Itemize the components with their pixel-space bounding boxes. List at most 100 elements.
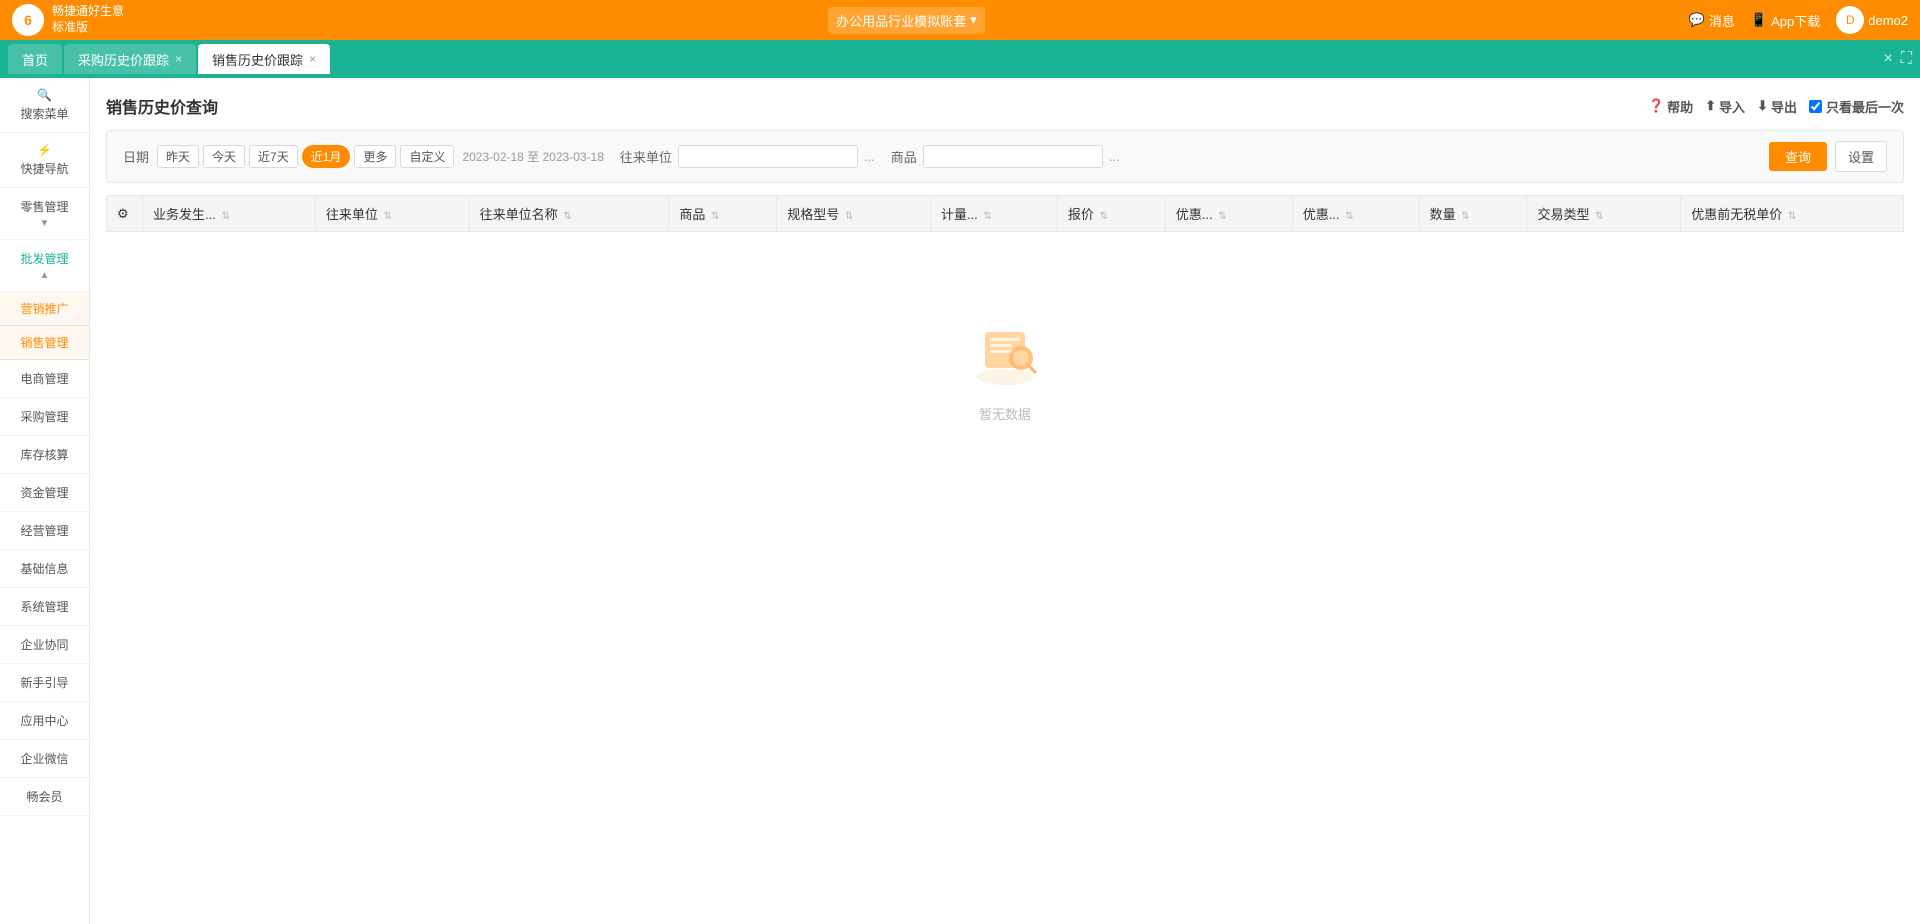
date-buttons: 昨天 今天 近7天 近1月 更多 自定义 (157, 145, 454, 168)
empty-state: 暂无数据 (106, 232, 1904, 503)
tab-purchase-history[interactable]: 采购历史价跟踪 × (64, 44, 196, 74)
sort-icon-discount2: ⇅ (1345, 211, 1353, 222)
sidebar-item-enterprise[interactable]: 企业协同 (0, 626, 89, 664)
message-button[interactable]: 💬 消息 (1689, 11, 1735, 30)
close-sales-history-tab[interactable]: × (309, 52, 316, 66)
topbar-center: 办公用品行业模拟账套 ▾ (828, 7, 985, 34)
topbar: 6 畅捷通好生意 标准版 办公用品行业模拟账套 ▾ 💬 消息 📱 App下载 D… (0, 0, 1920, 40)
sidebar-item-inventory[interactable]: 库存核算 (0, 436, 89, 474)
app-download-button[interactable]: 📱 App下载 (1751, 11, 1820, 30)
product-filter-group: 商品 ... (891, 145, 1120, 168)
column-spec[interactable]: 规格型号 ⇅ (777, 196, 931, 232)
sidebar-system-label: 系统管理 (20, 598, 68, 615)
company-selector[interactable]: 办公用品行业模拟账套 ▾ (828, 7, 985, 34)
user-menu[interactable]: D demo2 (1836, 6, 1908, 34)
export-icon: ⬇ (1757, 98, 1768, 114)
export-button[interactable]: ⬇ 导出 (1757, 97, 1797, 116)
sidebar-item-retail[interactable]: 零售管理 ▼ (0, 188, 89, 240)
search-button[interactable]: 查询 (1769, 142, 1827, 171)
sort-icon-qty: ⇅ (1461, 211, 1469, 222)
help-icon: ❓ (1648, 98, 1664, 114)
date-btn-yesterday[interactable]: 昨天 (157, 145, 199, 168)
sidebar-item-apps[interactable]: 应用中心 (0, 702, 89, 740)
download-icon: 📱 (1751, 12, 1767, 28)
sort-icon-biz-date: ⇅ (221, 211, 229, 222)
search-icon: 🔍 (37, 88, 52, 102)
column-price[interactable]: 报价 ⇅ (1057, 196, 1165, 232)
sidebar-item-quick-nav[interactable]: ⚡ 快捷导航 (0, 133, 89, 188)
column-pretax-price[interactable]: 优惠前无税单价 ⇅ (1681, 196, 1904, 232)
sidebar-sales-label: 销售管理 (20, 334, 68, 351)
sidebar-enterprise-label: 企业协同 (20, 636, 68, 653)
sidebar-item-finance[interactable]: 资金管理 (0, 474, 89, 512)
sidebar-item-basic-info[interactable]: 基础信息 (0, 550, 89, 588)
sidebar-item-wholesale[interactable]: 批发管理 ▲ (0, 240, 89, 292)
topbar-right: 💬 消息 📱 App下载 D demo2 (1689, 6, 1908, 34)
sidebar-item-ecommerce[interactable]: 电商管理 (0, 360, 89, 398)
filter-actions: 查询 设置 (1769, 141, 1887, 172)
date-btn-today[interactable]: 今天 (203, 145, 245, 168)
column-trade-type[interactable]: 交易类型 ⇅ (1527, 196, 1681, 232)
column-partner-name[interactable]: 往来单位名称 ⇅ (469, 196, 669, 232)
date-range-display: 2023-02-18 至 2023-03-18 (462, 148, 603, 165)
empty-illustration (965, 312, 1045, 392)
chevron-down-icon: ▾ (970, 12, 977, 28)
date-btn-more[interactable]: 更多 (354, 145, 396, 168)
nav-icon: ⚡ (37, 143, 52, 157)
import-button[interactable]: ⬆ 导入 (1705, 97, 1745, 116)
tab-purchase-history-label: 采购历史价跟踪 (78, 50, 169, 69)
column-discount2[interactable]: 优惠... ⇅ (1292, 196, 1419, 232)
setting-button[interactable]: 设置 (1835, 141, 1887, 172)
date-btn-1month[interactable]: 近1月 (302, 145, 351, 168)
tab-sales-history[interactable]: 销售历史价跟踪 × (198, 44, 330, 74)
tabbar: 首页 采购历史价跟踪 × 销售历史价跟踪 × × ⛶ (0, 40, 1920, 78)
sidebar-sub-sales[interactable]: 销售管理 (0, 326, 89, 360)
close-purchase-history-tab[interactable]: × (175, 52, 182, 66)
avatar: D (1836, 6, 1864, 34)
topbar-left: 6 畅捷通好生意 标准版 (12, 4, 124, 36)
sidebar-item-purchase[interactable]: 采购管理 (0, 398, 89, 436)
sidebar-item-member[interactable]: 畅会员 (0, 778, 89, 816)
close-all-tabs-button[interactable]: × (1883, 50, 1892, 68)
chevron-down-icon: ▼ (40, 218, 50, 229)
brand-name: 畅捷通好生意 标准版 (52, 4, 124, 35)
date-btn-7days[interactable]: 近7天 (249, 145, 298, 168)
partner-lookup-button[interactable]: ... (864, 149, 875, 164)
help-button[interactable]: ❓ 帮助 (1648, 97, 1693, 116)
column-product[interactable]: 商品 ⇅ (669, 196, 777, 232)
empty-text: 暂无数据 (979, 404, 1031, 423)
sidebar-purchase-label: 采购管理 (20, 408, 68, 425)
column-qty[interactable]: 数量 ⇅ (1419, 196, 1527, 232)
sidebar-item-wechat[interactable]: 企业微信 (0, 740, 89, 778)
partner-input[interactable] (678, 145, 858, 168)
column-unit[interactable]: 计量... ⇅ (930, 196, 1057, 232)
last-only-checkbox[interactable]: 只看最后一次 (1809, 97, 1904, 116)
product-input[interactable] (923, 145, 1103, 168)
column-discount1[interactable]: 优惠... ⇅ (1165, 196, 1292, 232)
date-filter-group: 日期 昨天 今天 近7天 近1月 更多 自定义 2023-02-18 至 202… (123, 145, 604, 168)
date-btn-custom[interactable]: 自定义 (400, 145, 454, 168)
sidebar-sub-marketing[interactable]: 营销推广 (0, 292, 89, 326)
app-logo: 6 (12, 4, 44, 36)
tab-home[interactable]: 首页 (8, 44, 62, 74)
sidebar-apps-label: 应用中心 (20, 712, 68, 729)
sort-icon-product: ⇅ (711, 211, 719, 222)
username: demo2 (1868, 13, 1908, 28)
product-label: 商品 (891, 147, 917, 166)
content-area: 销售历史价查询 ❓ 帮助 ⬆ 导入 ⬇ 导出 只看最后一次 (90, 78, 1920, 924)
product-lookup-button[interactable]: ... (1109, 149, 1120, 164)
column-biz-date[interactable]: 业务发生... ⇅ (143, 196, 316, 232)
sidebar-member-label: 畅会员 (26, 788, 62, 805)
last-only-input[interactable] (1809, 100, 1822, 113)
sort-icon-partner-code: ⇅ (384, 211, 392, 222)
column-gear[interactable]: ⚙ (107, 196, 143, 232)
sidebar-item-operations[interactable]: 经营管理 (0, 512, 89, 550)
sidebar-guide-label: 新手引导 (20, 674, 68, 691)
sidebar-item-guide[interactable]: 新手引导 (0, 664, 89, 702)
maximize-button[interactable]: ⛶ (1901, 50, 1912, 68)
sidebar-item-search[interactable]: 🔍 搜索菜单 (0, 78, 89, 133)
sidebar-item-system[interactable]: 系统管理 (0, 588, 89, 626)
page-title: 销售历史价查询 (106, 94, 218, 118)
message-label: 消息 (1709, 11, 1735, 30)
column-partner-code[interactable]: 往来单位 ⇅ (315, 196, 469, 232)
